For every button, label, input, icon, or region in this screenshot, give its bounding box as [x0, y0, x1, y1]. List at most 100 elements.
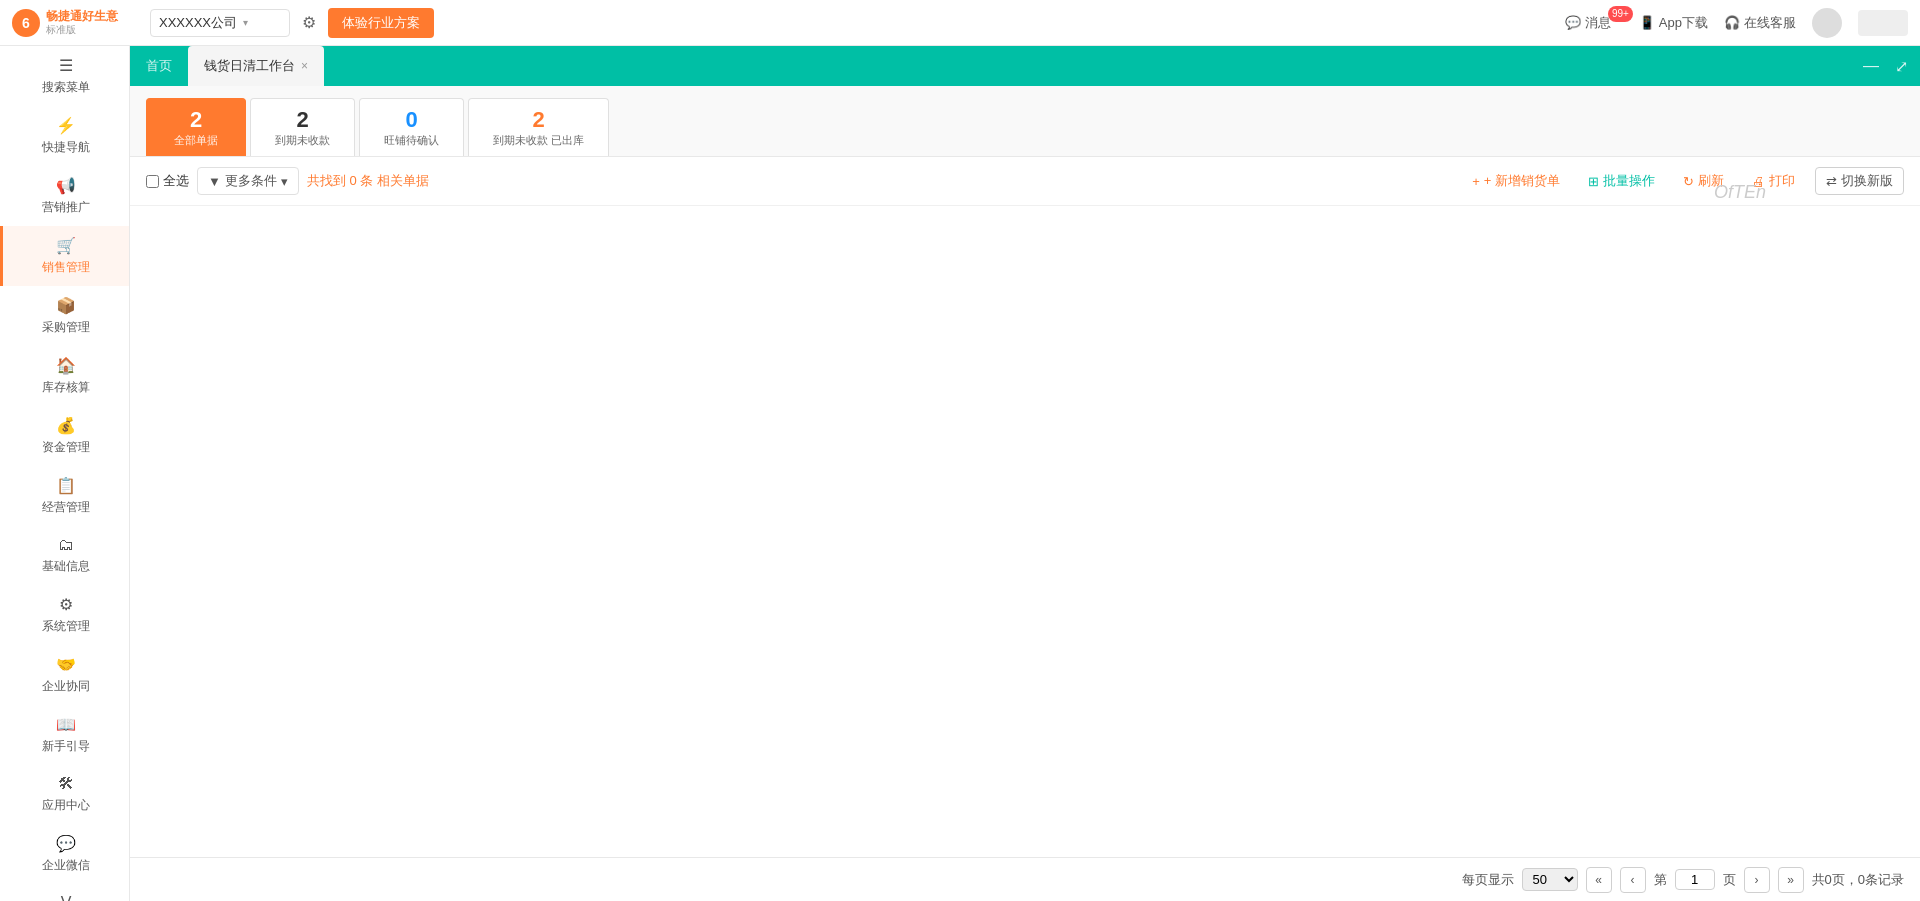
stat-num-overdue: 2 [296, 107, 308, 133]
sidebar-item-app-center[interactable]: 🛠 应用中心 [0, 765, 129, 824]
avatar[interactable] [1812, 8, 1842, 38]
user-name-placeholder[interactable] [1858, 10, 1908, 36]
switch-label: 切换新版 [1841, 172, 1893, 190]
header-right: 💬 消息 99+ 📱 App下载 🎧 在线客服 [1565, 8, 1908, 38]
base-info-icon: 🗂 [58, 536, 74, 554]
message-btn[interactable]: 💬 消息 99+ [1565, 14, 1623, 32]
stat-label-wangpu: 旺铺待确认 [384, 133, 439, 148]
toolbar-left: 全选 ▼ 更多条件 ▾ 共找到 0 条 相关单据 [146, 167, 429, 195]
select-all-input[interactable] [146, 175, 159, 188]
enterprise-icon: 🤝 [56, 655, 76, 674]
page-label-pre: 第 [1654, 871, 1667, 889]
sidebar-item-marketing[interactable]: 📢 营销推广 [0, 166, 129, 226]
add-sale-order-btn[interactable]: + + 新增销货单 [1464, 168, 1568, 194]
sidebar: ☰ 搜索菜单 ⚡ 快捷导航 📢 营销推广 🛒 销售管理 📦 采购管理 🏠 库存核… [0, 46, 130, 901]
message-icon: 💬 [1565, 15, 1581, 30]
sidebar-item-label: 新手引导 [42, 738, 90, 755]
stat-tab-wangpu[interactable]: 0 旺铺待确认 [359, 98, 464, 156]
next-page-btn[interactable]: › [1744, 867, 1770, 893]
print-btn[interactable]: 🖨 打印 [1744, 168, 1803, 194]
logo-area: 6 畅捷通好生意 标准版 [12, 9, 142, 37]
tab-close-icon[interactable]: × [301, 59, 308, 73]
logo-sub: 标准版 [46, 24, 118, 36]
filter-chevron-icon: ▾ [281, 174, 288, 189]
top-header: 6 畅捷通好生意 标准版 XXXXXX公司 ▾ ⚙ 体验行业方案 💬 消息 99… [0, 0, 1920, 46]
app-center-icon: 🛠 [58, 775, 74, 793]
logo-text: 畅捷通好生意 标准版 [46, 9, 118, 35]
page-input[interactable] [1675, 869, 1715, 890]
count-unit: 条 [360, 173, 373, 188]
add-icon: + [1472, 174, 1480, 189]
sales-icon: 🛒 [56, 236, 76, 255]
sidebar-item-inventory[interactable]: 🏠 库存核算 [0, 346, 129, 406]
marketing-icon: 📢 [56, 176, 76, 195]
tab-expand-btn[interactable]: ⤢ [1891, 53, 1912, 80]
count-prefix: 共找到 [307, 173, 346, 188]
sidebar-item-label: 应用中心 [42, 797, 90, 814]
sidebar-item-enterprise[interactable]: 🤝 企业协同 [0, 645, 129, 705]
stat-tab-overdue-shipped[interactable]: 2 到期未收款 已出库 [468, 98, 609, 156]
stat-label-overdue-shipped: 到期未收款 已出库 [493, 133, 584, 148]
sidebar-item-wechat[interactable]: 💬 企业微信 [0, 824, 129, 884]
stat-tab-overdue[interactable]: 2 到期未收款 [250, 98, 355, 156]
vip-icon: V [61, 894, 72, 901]
sidebar-item-label: 企业协同 [42, 678, 90, 695]
company-name: XXXXXX公司 [159, 14, 237, 32]
sidebar-item-guide[interactable]: 📖 新手引导 [0, 705, 129, 765]
tab-home[interactable]: 首页 [130, 46, 188, 86]
stat-tab-all[interactable]: 2 全部单据 [146, 98, 246, 156]
app-download-icon: 📱 [1639, 15, 1655, 30]
switch-icon: ⇄ [1826, 174, 1837, 189]
try-btn[interactable]: 体验行业方案 [328, 8, 434, 38]
online-service-btn[interactable]: 🎧 在线客服 [1724, 14, 1796, 32]
tab-bar: 首页 钱货日清工作台 × — ⤢ [130, 46, 1920, 86]
filter-btn[interactable]: ▼ 更多条件 ▾ [197, 167, 299, 195]
sidebar-item-vip[interactable]: V 畅会员 [0, 884, 129, 901]
service-icon: 🎧 [1724, 15, 1740, 30]
sidebar-item-operations[interactable]: 📋 经营管理 [0, 466, 129, 526]
system-icon: ⚙ [59, 595, 73, 614]
first-page-btn[interactable]: « [1586, 867, 1612, 893]
settings-icon-btn[interactable]: ⚙ [298, 9, 320, 36]
main-content: 首页 钱货日清工作台 × — ⤢ 2 全部单据 2 到期未收款 [130, 46, 1920, 901]
stat-num-wangpu: 0 [405, 107, 417, 133]
tab-workbench[interactable]: 钱货日清工作台 × [188, 46, 324, 86]
guide-icon: 📖 [56, 715, 76, 734]
sidebar-item-label: 库存核算 [42, 379, 90, 396]
sidebar-item-label: 销售管理 [42, 259, 90, 276]
tab-minimize-btn[interactable]: — [1859, 53, 1883, 79]
page-size-select[interactable]: 50 20 100 [1522, 868, 1578, 891]
switch-version-btn[interactable]: ⇄ 切换新版 [1815, 167, 1904, 195]
prev-page-btn[interactable]: ‹ [1620, 867, 1646, 893]
sidebar-item-sales[interactable]: 🛒 销售管理 [0, 226, 129, 286]
batch-ops-btn[interactable]: ⊞ 批量操作 [1580, 168, 1663, 194]
online-service-label: 在线客服 [1744, 14, 1796, 32]
logo-icon: 6 [12, 9, 40, 37]
inventory-icon: 🏠 [56, 356, 76, 375]
select-all-checkbox[interactable]: 全选 [146, 172, 189, 190]
app-download-btn[interactable]: 📱 App下载 [1639, 14, 1708, 32]
sidebar-item-finance[interactable]: 💰 资金管理 [0, 406, 129, 466]
add-sale-order-label: + 新增销货单 [1484, 172, 1560, 190]
refresh-btn[interactable]: ↻ 刷新 [1675, 168, 1732, 194]
pagination: 每页显示 50 20 100 « ‹ 第 页 › » 共0页，0条记录 [130, 857, 1920, 901]
sidebar-item-quick-nav[interactable]: ⚡ 快捷导航 [0, 106, 129, 166]
sidebar-item-base-info[interactable]: 🗂 基础信息 [0, 526, 129, 585]
filter-icon: ▼ [208, 174, 221, 189]
last-page-btn[interactable]: » [1778, 867, 1804, 893]
purchase-icon: 📦 [56, 296, 76, 315]
sidebar-item-label: 营销推广 [42, 199, 90, 216]
sidebar-item-search[interactable]: ☰ 搜索菜单 [0, 46, 129, 106]
table-area [130, 206, 1920, 857]
search-menu-icon: ☰ [59, 56, 73, 75]
company-selector[interactable]: XXXXXX公司 ▾ [150, 9, 290, 37]
filter-label: 更多条件 [225, 172, 277, 190]
sidebar-item-system[interactable]: ⚙ 系统管理 [0, 585, 129, 645]
tab-bar-actions: — ⤢ [1859, 53, 1920, 80]
sidebar-item-label: 系统管理 [42, 618, 90, 635]
sidebar-item-purchase[interactable]: 📦 采购管理 [0, 286, 129, 346]
print-icon: 🖨 [1752, 174, 1765, 189]
chevron-down-icon: ▾ [243, 17, 248, 28]
sidebar-item-label: 搜索菜单 [42, 79, 90, 96]
stats-tabs: 2 全部单据 2 到期未收款 0 旺铺待确认 2 到期未收款 已出库 [130, 86, 1920, 157]
